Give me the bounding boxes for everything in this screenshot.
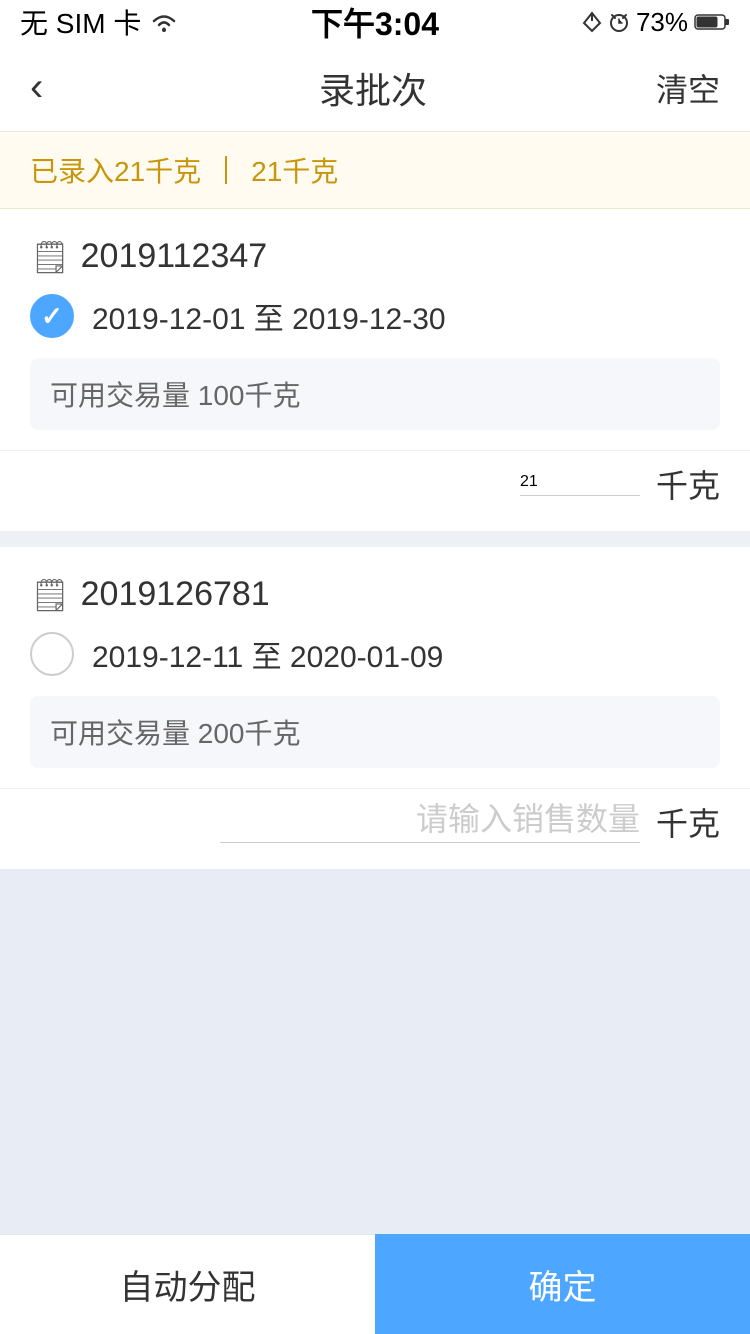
carrier-text: 无 SIM 卡 bbox=[20, 2, 141, 42]
batch-icon-2: 🗒 bbox=[30, 576, 71, 614]
batch-id-row-1: 🗒 2019112347 bbox=[0, 209, 750, 286]
location-icon bbox=[582, 11, 602, 33]
batch-item-2: 🗒 2019126781 2019-12-11 至 2020-01-09 可用交… bbox=[0, 547, 750, 869]
batch-id-row-2: 🗒 2019126781 bbox=[0, 547, 750, 624]
auto-distribute-button[interactable]: 自动分配 bbox=[0, 1234, 375, 1334]
battery-icon bbox=[694, 13, 730, 31]
available-text-1: 可用交易量 100千克 bbox=[50, 380, 301, 411]
bottom-bar: 自动分配 确定 bbox=[0, 1234, 750, 1334]
quantity-unit-1: 千克 bbox=[656, 461, 720, 507]
summary-divider bbox=[225, 156, 227, 184]
quantity-input-2[interactable] bbox=[220, 801, 640, 843]
confirm-button[interactable]: 确定 bbox=[375, 1234, 750, 1334]
status-time: 下午3:04 bbox=[311, 0, 439, 45]
clear-button[interactable]: 清空 bbox=[656, 65, 720, 111]
status-right: 73% bbox=[582, 7, 730, 38]
input-unit-2: 千克 bbox=[656, 799, 720, 845]
batch-date-row-2[interactable]: 2019-12-11 至 2020-01-09 bbox=[0, 624, 750, 684]
summary-label: 已录入21千克 bbox=[30, 150, 201, 190]
batch-item-1: 🗒 2019112347 2019-12-01 至 2019-12-30 可用交… bbox=[0, 209, 750, 531]
status-left: 无 SIM 卡 bbox=[20, 2, 179, 42]
batch-icon-1: 🗒 bbox=[30, 238, 71, 276]
nav-bar: ‹ 录批次 清空 bbox=[0, 44, 750, 132]
battery-text: 73% bbox=[636, 7, 688, 38]
batch-date-2: 2019-12-11 至 2020-01-09 bbox=[92, 632, 443, 676]
batch-id-2: 2019126781 bbox=[81, 575, 270, 614]
section-divider bbox=[0, 531, 750, 547]
summary-banner: 已录入21千克 21千克 bbox=[0, 132, 750, 209]
input-row-2: 千克 bbox=[0, 788, 750, 869]
available-row-2: 可用交易量 200千克 bbox=[30, 696, 720, 768]
wifi-icon bbox=[149, 11, 179, 33]
alarm-icon bbox=[608, 11, 630, 33]
quantity-number-1: 21 bbox=[520, 473, 538, 490]
status-bar: 无 SIM 卡 下午3:04 73% bbox=[0, 0, 750, 44]
batch-id-1: 2019112347 bbox=[81, 237, 268, 276]
available-row-1: 可用交易量 100千克 bbox=[30, 358, 720, 430]
quantity-value-1: 21 bbox=[520, 473, 640, 496]
gray-area bbox=[0, 869, 750, 1269]
quantity-row-1: 21 千克 bbox=[0, 450, 750, 531]
batch-date-row-1[interactable]: 2019-12-01 至 2019-12-30 bbox=[0, 286, 750, 346]
summary-value: 21千克 bbox=[251, 150, 338, 190]
batch-date-1: 2019-12-01 至 2019-12-30 bbox=[92, 294, 446, 338]
page-title: 录批次 bbox=[319, 62, 427, 114]
available-text-2: 可用交易量 200千克 bbox=[50, 718, 301, 749]
back-button[interactable]: ‹ bbox=[30, 65, 90, 110]
radio-button-1[interactable] bbox=[30, 294, 74, 338]
radio-button-2[interactable] bbox=[30, 632, 74, 676]
